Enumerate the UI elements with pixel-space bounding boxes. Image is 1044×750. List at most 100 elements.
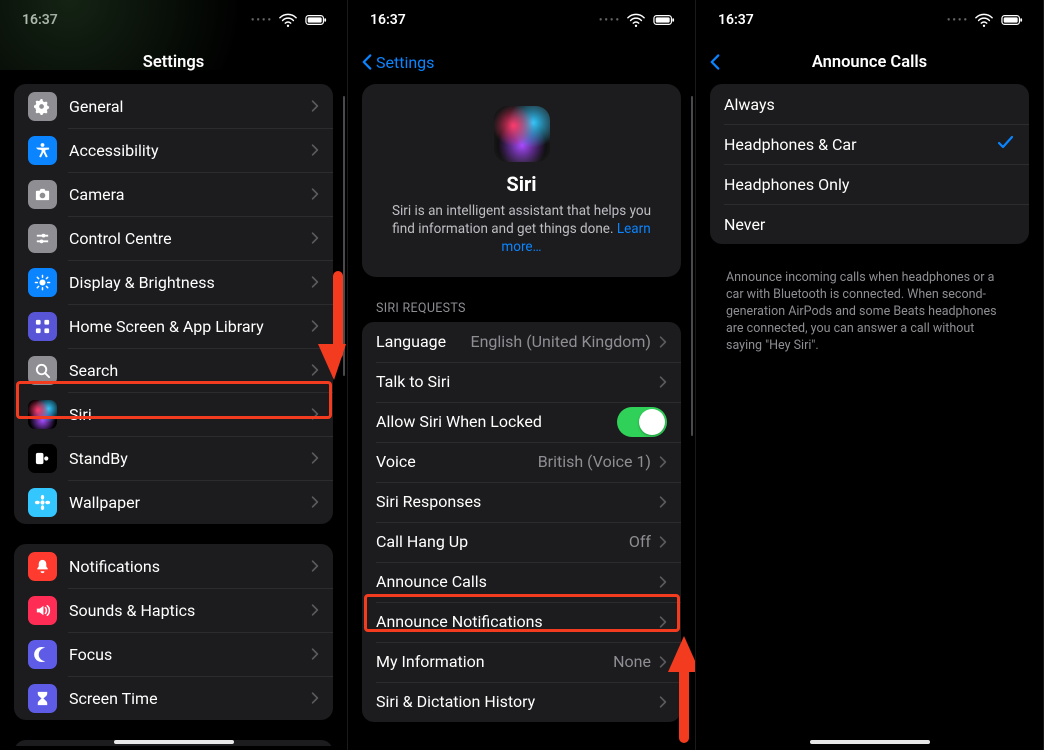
row-label: Sounds & Haptics [69, 601, 303, 620]
page-title: Settings [0, 53, 347, 72]
siri-requests-group: Language English (United Kingdom) Talk to … [362, 322, 681, 722]
status-time: 16:37 [370, 12, 406, 28]
chevron-right-icon [659, 615, 667, 629]
sun-icon [28, 268, 57, 297]
row-label: Siri & Dictation History [376, 692, 651, 711]
row-label: Call Hang Up [376, 532, 621, 551]
option-headphones-only[interactable]: Headphones Only [710, 164, 1029, 204]
flower-icon [28, 488, 57, 517]
row-value: Off [629, 532, 651, 551]
row-label: Language [376, 332, 462, 351]
chevron-right-icon [659, 655, 667, 669]
option-label: Headphones & Car [724, 135, 989, 154]
option-never[interactable]: Never [710, 204, 1029, 244]
option-label: Headphones Only [724, 175, 1015, 194]
scroll-indicator [691, 96, 694, 436]
settings-row-camera[interactable]: Camera [14, 172, 333, 216]
row-label: Accessibility [69, 141, 303, 160]
siri-icon [28, 400, 57, 429]
siri-row-talk-to-siri[interactable]: Talk to Siri [362, 362, 681, 402]
row-label: My Information [376, 652, 605, 671]
option-headphones-car[interactable]: Headphones & Car [710, 124, 1029, 164]
settings-row-siri[interactable]: Siri [14, 392, 333, 436]
row-label: Announce Calls [376, 572, 651, 591]
row-label: General [69, 97, 303, 116]
wifi-icon [975, 12, 993, 28]
footer-note: Announce incoming calls when headphones … [710, 264, 1029, 354]
option-always[interactable]: Always [710, 84, 1029, 124]
siri-row-announce-notifications[interactable]: Announce Notifications [362, 602, 681, 642]
settings-row-screen-time[interactable]: Screen Time [14, 676, 333, 720]
cell-dots-icon: •••• [599, 15, 621, 26]
chevron-right-icon [311, 187, 319, 201]
siri-row-announce-calls[interactable]: Announce Calls [362, 562, 681, 602]
back-button[interactable] [702, 49, 730, 75]
chevron-right-icon [311, 559, 319, 573]
row-label: Focus [69, 645, 303, 664]
chevron-right-icon [311, 603, 319, 617]
settings-row-general[interactable]: General [14, 84, 333, 128]
battery-icon [303, 13, 329, 27]
chevron-right-icon [659, 335, 667, 349]
chevron-right-icon [659, 375, 667, 389]
bell-icon [28, 552, 57, 581]
navbar: Settings [0, 40, 347, 84]
siri-row-allow-siri-when-locked[interactable]: Allow Siri When Locked [362, 402, 681, 442]
siri-row-siri-dictation-history[interactable]: Siri & Dictation History [362, 682, 681, 722]
row-label: Talk to Siri [376, 372, 651, 391]
hero-title: Siri [380, 172, 663, 196]
standby-icon [28, 444, 57, 473]
row-label: Control Centre [69, 229, 303, 248]
cell-dots-icon: •••• [251, 15, 273, 26]
chevron-right-icon [311, 495, 319, 509]
speaker-icon [28, 596, 57, 625]
option-label: Never [724, 215, 1015, 234]
settings-row-search[interactable]: Search [14, 348, 333, 392]
wifi-icon [279, 12, 297, 28]
siri-orb-icon [494, 106, 550, 162]
announce-calls-options-group: Always Headphones & Car Headphones Only Nev… [710, 84, 1029, 244]
siri-row-voice[interactable]: VoiceBritish (Voice 1) [362, 442, 681, 482]
siri-row-call-hang-up[interactable]: Call Hang Up Off [362, 522, 681, 562]
siri-row-language[interactable]: Language English (United Kingdom) [362, 322, 681, 362]
toggle-allow-siri-when-locked[interactable] [617, 407, 667, 437]
siri-row-my-information[interactable]: My Information None [362, 642, 681, 682]
settings-row-sounds-haptics[interactable]: Sounds & Haptics [14, 588, 333, 632]
hourglass-icon [28, 684, 57, 713]
chevron-right-icon [311, 99, 319, 113]
home-indicator [810, 740, 930, 744]
battery-icon [651, 13, 677, 27]
chevron-right-icon [311, 647, 319, 661]
navbar: Announce Calls [696, 40, 1043, 84]
navbar: Settings [348, 40, 695, 84]
settings-row-standby[interactable]: StandBy [14, 436, 333, 480]
back-button[interactable]: Settings [354, 49, 440, 76]
row-label: Camera [69, 185, 303, 204]
settings-row-display-brightness[interactable]: Display & Brightness [14, 260, 333, 304]
siri-hero-card: Siri Siri is an intelligent assistant th… [362, 84, 681, 277]
chevron-right-icon [311, 407, 319, 421]
chevron-left-icon [360, 53, 374, 71]
chevron-right-icon [659, 575, 667, 589]
pane-announce-calls: 16:37 •••• Announce Calls AlwaysHeadphon… [696, 0, 1044, 750]
chevron-right-icon [659, 455, 667, 469]
settings-row-accessibility[interactable]: Accessibility [14, 128, 333, 172]
row-label: Allow Siri When Locked [376, 412, 617, 431]
row-label: Voice [376, 452, 530, 471]
back-label: Settings [376, 53, 434, 72]
scroll-indicator [343, 96, 346, 376]
row-label: Home Screen & App Library [69, 317, 303, 336]
row-value: English (United Kingdom) [470, 332, 651, 351]
siri-row-siri-responses[interactable]: Siri Responses [362, 482, 681, 522]
settings-row-focus[interactable]: Focus [14, 632, 333, 676]
row-value: None [613, 652, 651, 671]
settings-row-control-centre[interactable]: Control Centre [14, 216, 333, 260]
sliders-icon [28, 224, 57, 253]
settings-row-wallpaper[interactable]: Wallpaper [14, 480, 333, 524]
settings-row-notifications[interactable]: Notifications [14, 544, 333, 588]
row-label: Wallpaper [69, 493, 303, 512]
row-label: Announce Notifications [376, 612, 651, 631]
wifi-icon [627, 12, 645, 28]
settings-row-home-screen-app-library[interactable]: Home Screen & App Library [14, 304, 333, 348]
pane-siri: 16:37 •••• Settings Siri Siri is an inte… [348, 0, 696, 750]
